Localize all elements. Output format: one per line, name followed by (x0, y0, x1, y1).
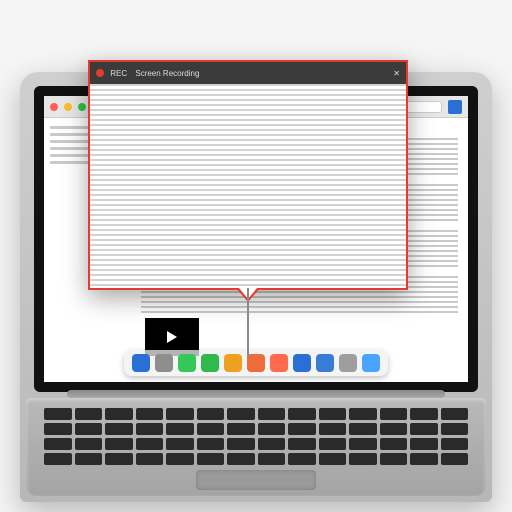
dock-app-preview[interactable] (293, 354, 311, 372)
dock-app-notes[interactable] (224, 354, 242, 372)
keyboard-key (349, 423, 377, 435)
keyboard-key (410, 408, 438, 420)
callout-line (247, 288, 249, 358)
keyboard-key (105, 408, 133, 420)
recorder-titlebar[interactable]: REC Screen Recording ✕ (90, 62, 406, 84)
keyboard-key (227, 408, 255, 420)
keyboard-key (380, 408, 408, 420)
dock-app-messages[interactable] (178, 354, 196, 372)
keyboard-key (44, 423, 72, 435)
keyboard-key (166, 408, 194, 420)
keyboard-key (258, 438, 286, 450)
dock-app-safari[interactable] (362, 354, 380, 372)
keyboard-key (75, 423, 103, 435)
keyboard-key (166, 438, 194, 450)
keyboard-key (380, 453, 408, 465)
keyboard-key (410, 423, 438, 435)
extension-icon[interactable] (448, 100, 462, 114)
recorder-capture-area (90, 84, 406, 288)
keyboard-key (75, 453, 103, 465)
laptop-hinge (67, 390, 445, 398)
play-icon (167, 331, 177, 343)
recorder-status: REC Screen Recording (96, 69, 199, 78)
keyboard-key (136, 408, 164, 420)
screen-recorder-window[interactable]: REC Screen Recording ✕ (88, 60, 408, 290)
keyboard-key (441, 423, 469, 435)
recorder-status-label: REC (110, 69, 127, 78)
window-zoom-icon[interactable] (78, 103, 86, 111)
window-minimize-icon[interactable] (64, 103, 72, 111)
dock-app-mail[interactable] (316, 354, 334, 372)
keyboard-key (258, 423, 286, 435)
keyboard-key (410, 438, 438, 450)
keyboard-key (441, 453, 469, 465)
keyboard-key (288, 453, 316, 465)
keyboard-key (227, 438, 255, 450)
record-icon (96, 69, 104, 77)
keyboard-key (44, 408, 72, 420)
dock (124, 350, 388, 376)
laptop-mockup: example.com/article (0, 0, 512, 512)
keyboard-key (105, 453, 133, 465)
keyboard-key (380, 423, 408, 435)
keyboard-key (227, 453, 255, 465)
keyboard-key (349, 438, 377, 450)
keyboard-key (136, 423, 164, 435)
keyboard-deck (26, 398, 486, 496)
keyboard-key (288, 423, 316, 435)
keyboard-key (319, 438, 347, 450)
keyboard-key (319, 408, 347, 420)
keyboard-key (105, 438, 133, 450)
keyboard-key (349, 453, 377, 465)
keyboard-key (410, 453, 438, 465)
dock-app-launchpad[interactable] (155, 354, 173, 372)
keyboard-key (319, 423, 347, 435)
dock-app-photos[interactable] (247, 354, 265, 372)
keyboard-key (166, 453, 194, 465)
keyboard-key (197, 453, 225, 465)
keyboard-key (258, 453, 286, 465)
keyboard-key (44, 438, 72, 450)
keyboard-key (227, 423, 255, 435)
recorder-title: Screen Recording (135, 69, 199, 78)
trackpad[interactable] (196, 470, 316, 490)
keyboard-key (349, 408, 377, 420)
recorder-close-button[interactable]: ✕ (393, 69, 400, 78)
keyboard-key (288, 438, 316, 450)
dock-app-settings[interactable] (339, 354, 357, 372)
window-close-icon[interactable] (50, 103, 58, 111)
keyboard-key (319, 453, 347, 465)
keyboard-key (44, 453, 72, 465)
dock-app-finder[interactable] (132, 354, 150, 372)
keyboard-key (166, 423, 194, 435)
dock-app-music[interactable] (270, 354, 288, 372)
keyboard-key (380, 438, 408, 450)
keyboard-key (197, 408, 225, 420)
dock-app-facetime[interactable] (201, 354, 219, 372)
keyboard-key (288, 408, 316, 420)
keyboard-key (441, 408, 469, 420)
keyboard-key (75, 408, 103, 420)
keyboard (44, 408, 468, 464)
keyboard-key (197, 423, 225, 435)
keyboard-key (105, 423, 133, 435)
keyboard-key (136, 438, 164, 450)
keyboard-key (136, 453, 164, 465)
keyboard-key (197, 438, 225, 450)
keyboard-key (258, 408, 286, 420)
keyboard-key (75, 438, 103, 450)
keyboard-key (441, 438, 469, 450)
